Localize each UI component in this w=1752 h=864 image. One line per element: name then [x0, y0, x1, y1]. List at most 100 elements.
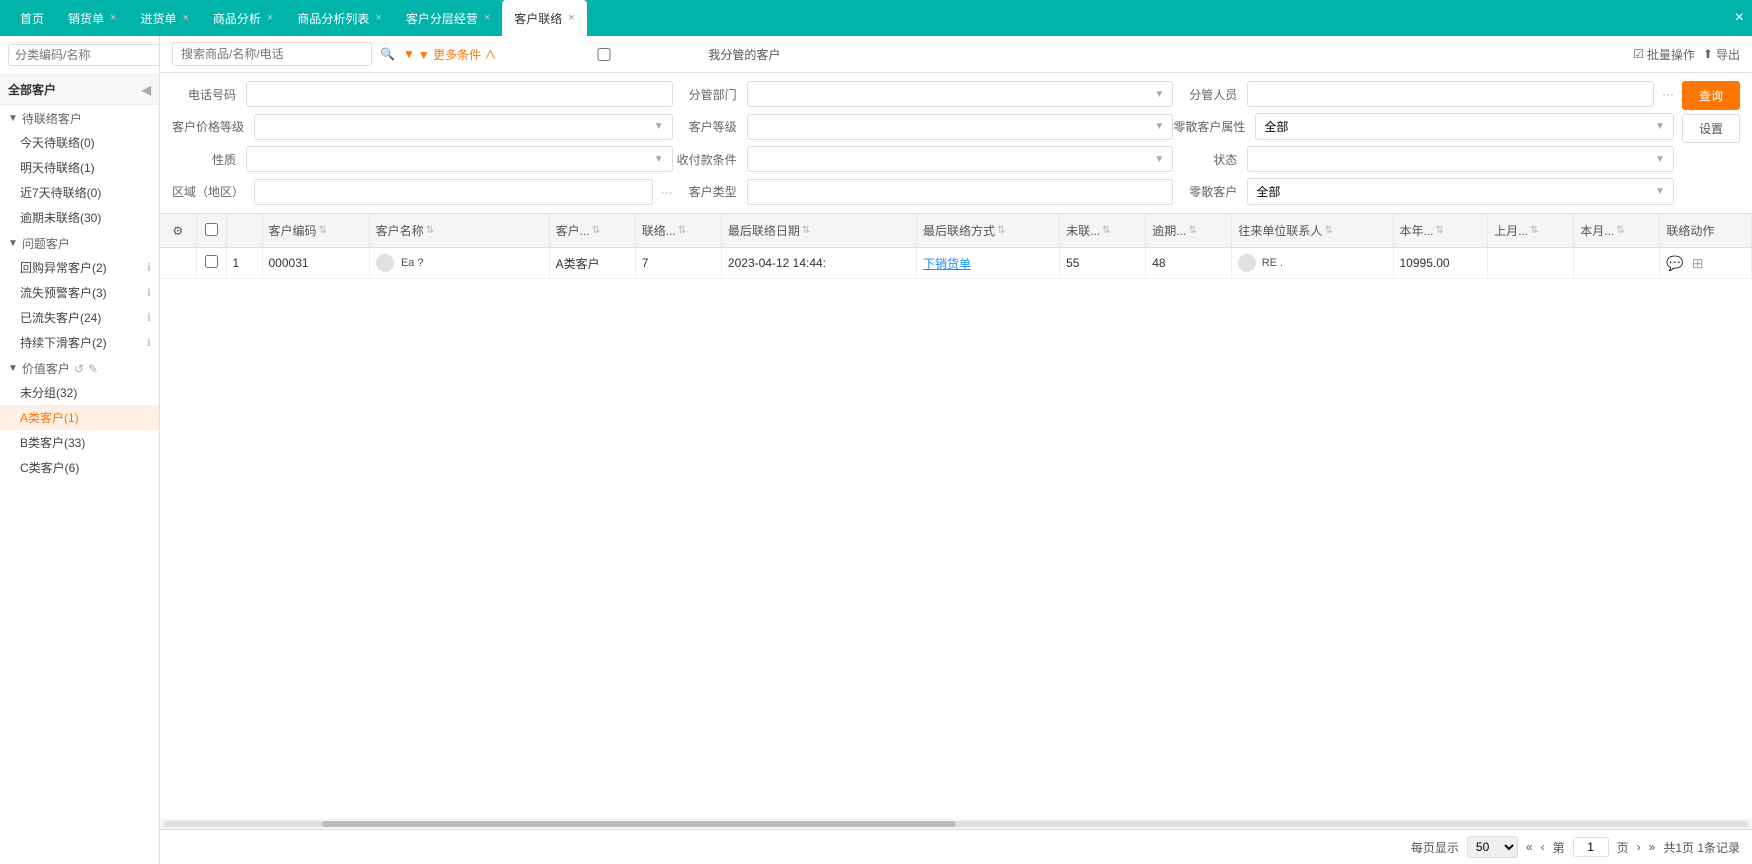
region-dots-icon[interactable]: ··· — [661, 185, 673, 199]
sort-no-contact-icon[interactable]: ⇅ — [1102, 225, 1110, 236]
group-pending-contact[interactable]: ▼ 待联络客户 — [0, 105, 159, 130]
manager-dots-icon[interactable]: ··· — [1662, 87, 1674, 101]
sort-type-icon[interactable]: ⇅ — [592, 225, 600, 236]
th-checkbox[interactable] — [196, 214, 226, 248]
sidebar-search-input[interactable] — [8, 44, 160, 66]
main-search-input[interactable] — [172, 42, 372, 66]
group-problem-customers[interactable]: ▼ 问题客户 — [0, 230, 159, 255]
filter-retail-select[interactable]: 全部 ▼ — [1247, 178, 1674, 205]
sidebar-item-tomorrow[interactable]: 明天待联络(1) — [0, 155, 159, 180]
filter-retail-attr-select[interactable]: 全部 ▼ — [1255, 113, 1674, 140]
sort-this-year-icon[interactable]: ⇅ — [1436, 225, 1444, 236]
td-action: 💬 ⊞ — [1660, 248, 1752, 279]
setting-button[interactable]: 设置 — [1682, 114, 1740, 143]
close-all-button[interactable]: × — [1735, 9, 1744, 27]
group-value-customers[interactable]: ▼ 价值客户 ↺ ✎ — [0, 355, 159, 380]
filter-price-level-select[interactable]: ▼ — [254, 114, 673, 140]
filter-phone: 电话号码 — [172, 81, 673, 107]
page-number-input[interactable] — [1573, 837, 1609, 857]
sidebar-item-churned[interactable]: 已流失客户(24) ℹ — [0, 305, 159, 330]
close-customer-contact-icon[interactable]: × — [568, 12, 574, 24]
nav-customer-segment[interactable]: 客户分层经营 × — [394, 0, 502, 36]
filter-row-3: 性质 ▼ 收付款条件 ▼ — [172, 146, 1674, 172]
close-customer-segment-icon[interactable]: × — [484, 12, 490, 24]
grid-action-icon[interactable]: ⊞ — [1692, 255, 1704, 272]
horizontal-scrollbar[interactable] — [160, 819, 1752, 829]
sidebar-item-class-c[interactable]: C类客户(6) — [0, 455, 159, 480]
sort-last-month-icon[interactable]: ⇅ — [1530, 225, 1538, 236]
my-customer-checkbox-label[interactable]: 我分管的客户 — [504, 46, 780, 63]
chat-action-icon[interactable]: 💬 — [1666, 255, 1683, 272]
filter-status-select[interactable]: ▼ — [1247, 146, 1674, 172]
td-checkbox[interactable] — [196, 248, 226, 279]
nav-purchase[interactable]: 进货单 × — [128, 0, 200, 36]
sort-overdue-icon[interactable]: ⇅ — [1188, 225, 1196, 236]
filter-customer-type-label: 客户类型 — [673, 183, 743, 200]
select-all-checkbox[interactable] — [205, 223, 218, 236]
filter-phone-input[interactable] — [246, 81, 673, 107]
sidebar-item-class-a[interactable]: A类客户(1) — [0, 405, 159, 430]
sidebar-item-today[interactable]: 今天待联络(0) — [0, 130, 159, 155]
sidebar-item-declining[interactable]: 持续下滑客户(2) ℹ — [0, 330, 159, 355]
my-customer-checkbox[interactable] — [504, 48, 704, 61]
more-filter-button[interactable]: ▼ ▼ 更多条件 ∧ — [403, 46, 496, 63]
all-customers-title[interactable]: 全部客户 ◀ — [0, 75, 159, 105]
edit-value-icon[interactable]: ✎ — [88, 362, 98, 376]
sidebar-item-class-b[interactable]: B类客户(33) — [0, 430, 159, 455]
close-product-analysis-list-icon[interactable]: × — [375, 12, 381, 24]
scrollbar-thumb[interactable] — [322, 821, 956, 827]
td-customer-name[interactable]: Ea ? — [369, 248, 549, 279]
page-last-button[interactable]: » — [1649, 840, 1656, 854]
filter-nature-select[interactable]: ▼ — [246, 146, 673, 172]
info-icon-0: ℹ — [147, 261, 151, 274]
sort-date-icon[interactable]: ⇅ — [802, 225, 810, 236]
sort-visit-icon[interactable]: ⇅ — [1324, 225, 1332, 236]
sort-method-icon[interactable]: ⇅ — [997, 225, 1005, 236]
settings-icon[interactable]: ⚙ — [172, 224, 183, 238]
td-overdue: 48 — [1146, 248, 1232, 279]
filter-manager-input[interactable] — [1247, 81, 1654, 107]
row-checkbox[interactable] — [205, 255, 218, 268]
sidebar-item-unclassified[interactable]: 未分组(32) — [0, 380, 159, 405]
close-purchase-icon[interactable]: × — [182, 12, 188, 24]
sidebar-item-7days[interactable]: 近7天待联络(0) — [0, 180, 159, 205]
filter-buttons: 查询 设置 — [1674, 81, 1740, 143]
filter-dept-select[interactable]: ▼ — [747, 81, 1174, 107]
batch-op-button[interactable]: ☑ 批量操作 — [1633, 46, 1695, 63]
nav-product-analysis[interactable]: 商品分析 × — [201, 0, 285, 36]
filter-region-select[interactable] — [254, 179, 653, 205]
td-last-contact-method[interactable]: 下销货单 — [916, 248, 1059, 279]
collapse-sidebar-icon[interactable]: ◀ — [142, 83, 151, 97]
filter-customer-level-select[interactable]: ▼ — [747, 114, 1174, 140]
export-button[interactable]: ⬆ 导出 — [1703, 46, 1740, 63]
page-next-button[interactable]: › — [1637, 840, 1641, 854]
filter-payment-select[interactable]: ▼ — [747, 146, 1174, 172]
filter-customer-type-input[interactable] — [747, 179, 1174, 205]
filter-region: 区域（地区） ··· — [172, 179, 673, 205]
nav-customer-contact[interactable]: 客户联络 × — [502, 0, 586, 36]
info-icon-3: ℹ — [147, 336, 151, 349]
sort-code-icon[interactable]: ⇅ — [319, 225, 327, 236]
sidebar-item-repurchase-abnormal[interactable]: 回购异常客户(2) ℹ — [0, 255, 159, 280]
td-index: 1 — [226, 248, 262, 279]
page-prev-button[interactable]: ‹ — [1541, 840, 1545, 854]
nav-home[interactable]: 首页 — [8, 0, 56, 36]
nav-sales[interactable]: 销货单 × — [56, 0, 128, 36]
page-first-button[interactable]: « — [1526, 840, 1533, 854]
main-search-icon[interactable]: 🔍 — [380, 47, 395, 61]
th-settings[interactable]: ⚙ — [160, 214, 196, 248]
nav-product-analysis-list[interactable]: 商品分析列表 × — [285, 0, 393, 36]
sidebar-item-churn-warning[interactable]: 流失预警客户(3) ℹ — [0, 280, 159, 305]
payment-arrow-icon: ▼ — [1154, 154, 1164, 165]
query-button[interactable]: 查询 — [1682, 81, 1740, 110]
sidebar-item-overdue[interactable]: 逾期未联络(30) — [0, 205, 159, 230]
td-visit-contacts: RE . — [1232, 248, 1393, 279]
sort-this-month-icon[interactable]: ⇅ — [1616, 225, 1624, 236]
per-page-select[interactable]: 50 100 — [1467, 836, 1518, 858]
sort-name-icon[interactable]: ⇅ — [426, 225, 434, 236]
refresh-value-icon[interactable]: ↺ — [74, 362, 84, 376]
filter-customer-level-label: 客户等级 — [673, 118, 743, 135]
close-sales-icon[interactable]: × — [110, 12, 116, 24]
sort-contact-icon[interactable]: ⇅ — [678, 225, 686, 236]
close-product-analysis-icon[interactable]: × — [267, 12, 273, 24]
